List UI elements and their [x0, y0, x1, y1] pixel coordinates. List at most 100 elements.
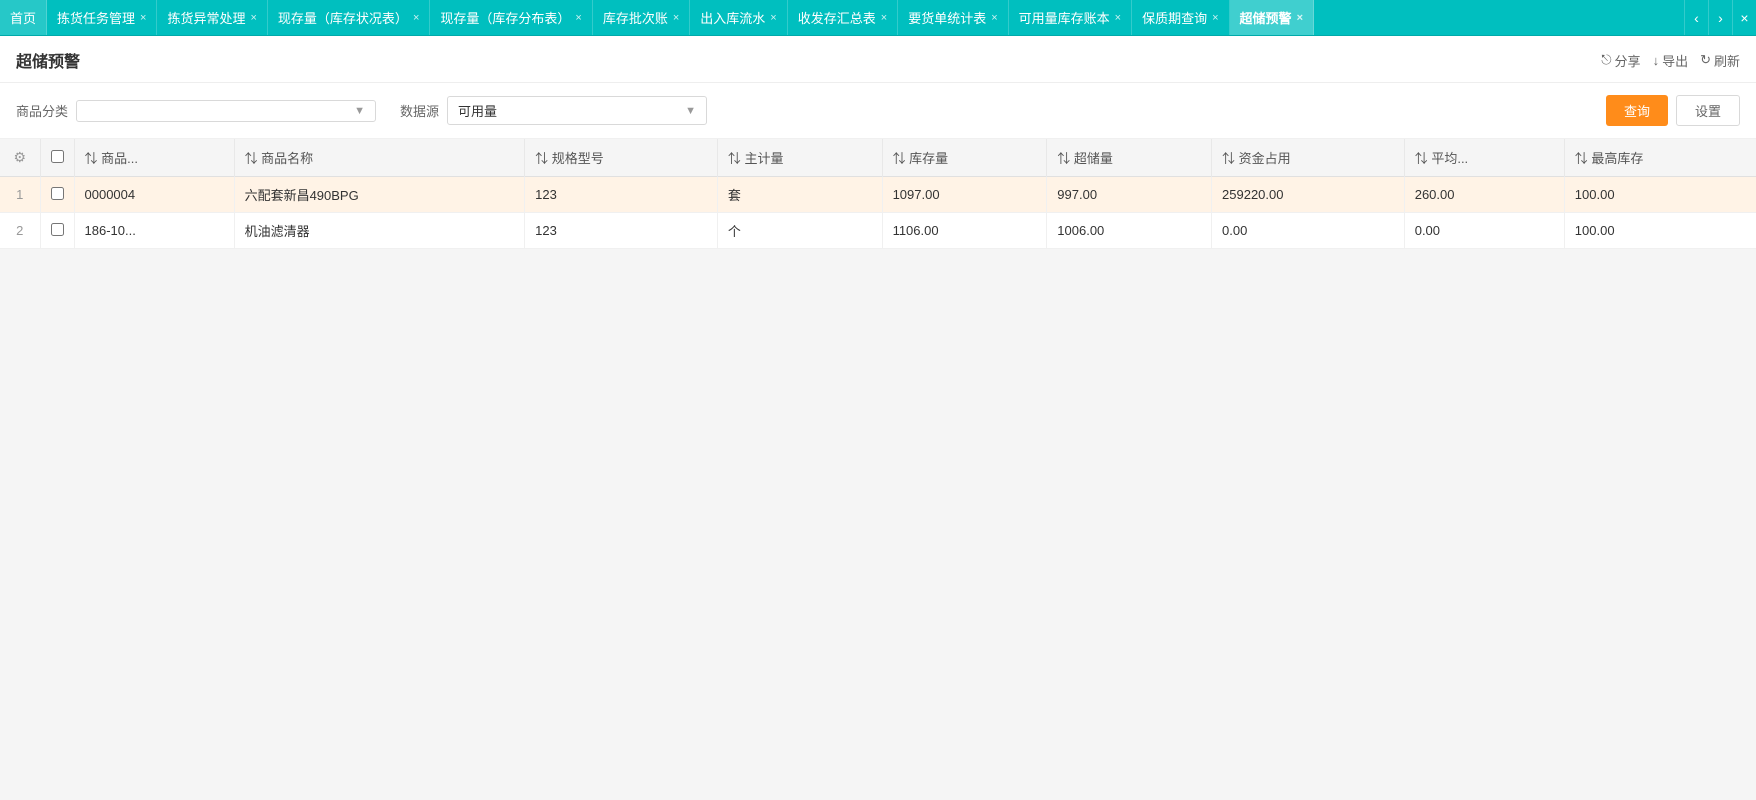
col-max-stock-label: ⇅ 最高库存 — [1575, 151, 1644, 166]
nav-item-1[interactable]: 拣货任务管理× — [47, 0, 157, 35]
row-stock: 1097.00 — [882, 177, 1047, 213]
row-checkbox-cell — [40, 213, 74, 249]
table-header-row: ⚙ ⇅ 商品... ⇅ 商品名称 ⇅ 规格型号 ⇅ 主计量 ⇅ 库存量 ⇅ 超储… — [0, 139, 1756, 177]
export-icon: ↓ — [1653, 53, 1660, 68]
row-checkbox-1[interactable] — [51, 223, 64, 236]
nav-item-close-11[interactable]: × — [1297, 12, 1303, 24]
settings-button[interactable]: 设置 — [1676, 95, 1740, 126]
nav-item-7[interactable]: 收发存汇总表× — [788, 0, 898, 35]
datasource-filter: 数据源 可用量 ▼ — [400, 96, 707, 125]
settings-icon[interactable]: ⚙ — [13, 149, 26, 165]
table-row: 2 186-10... 机油滤清器 123 个 1106.00 1006.00 … — [0, 213, 1756, 249]
chevron-down-icon: ▼ — [354, 105, 365, 117]
nav-item-close-9[interactable]: × — [1115, 12, 1121, 24]
nav-item-close-2[interactable]: × — [250, 12, 256, 24]
data-table: ⚙ ⇅ 商品... ⇅ 商品名称 ⇅ 规格型号 ⇅ 主计量 ⇅ 库存量 ⇅ 超储… — [0, 139, 1756, 249]
row-max-stock: 100.00 — [1564, 177, 1756, 213]
nav-item-2[interactable]: 拣货异常处理× — [157, 0, 267, 35]
nav-item-close-10[interactable]: × — [1212, 12, 1218, 24]
nav-item-close-7[interactable]: × — [881, 12, 887, 24]
nav-arrows: ‹ › × — [1684, 0, 1756, 36]
col-avg[interactable]: ⇅ 平均... — [1404, 139, 1564, 177]
row-unit: 套 — [717, 177, 882, 213]
nav-item-close-4[interactable]: × — [575, 12, 581, 24]
share-button[interactable]: ⎋ 分享 — [1601, 51, 1640, 70]
nav-item-close-5[interactable]: × — [673, 12, 679, 24]
nav-item-9[interactable]: 可用量库存账本× — [1009, 0, 1132, 35]
col-stock[interactable]: ⇅ 库存量 — [882, 139, 1047, 177]
page-header: 超储预警 ⎋ 分享 ↓ 导出 ↻ 刷新 — [0, 36, 1756, 83]
row-checkbox-cell — [40, 177, 74, 213]
nav-item-11[interactable]: 超储预警× — [1230, 0, 1314, 35]
row-unit: 个 — [717, 213, 882, 249]
category-select[interactable]: ▼ — [76, 100, 376, 122]
nav-next-button[interactable]: › — [1708, 0, 1732, 36]
category-filter: 商品分类 ▼ — [16, 100, 376, 122]
export-label: 导出 — [1662, 51, 1688, 70]
filter-actions: 查询 设置 — [1606, 95, 1740, 126]
row-avg: 260.00 — [1404, 177, 1564, 213]
nav-item-3[interactable]: 现存量（库存状况表）× — [268, 0, 430, 35]
nav-item-0[interactable]: 首页 — [0, 0, 47, 35]
nav-item-close-8[interactable]: × — [991, 12, 997, 24]
nav-item-5[interactable]: 库存批次账× — [593, 0, 690, 35]
row-overstock: 1006.00 — [1047, 213, 1212, 249]
header-actions: ⎋ 分享 ↓ 导出 ↻ 刷新 — [1601, 51, 1740, 70]
nav-item-close-3[interactable]: × — [413, 12, 419, 24]
col-capital[interactable]: ⇅ 资金占用 — [1212, 139, 1405, 177]
row-max-stock: 100.00 — [1564, 213, 1756, 249]
datasource-select[interactable]: 可用量 ▼ — [447, 96, 707, 125]
row-gear-cell: 2 — [0, 213, 40, 249]
share-label: 分享 — [1615, 51, 1641, 70]
nav-item-close-6[interactable]: × — [770, 12, 776, 24]
refresh-button[interactable]: ↻ 刷新 — [1700, 51, 1740, 70]
filter-row: 商品分类 ▼ 数据源 可用量 ▼ 查询 设置 — [0, 83, 1756, 139]
col-spec-label: ⇅ 规格型号 — [535, 151, 604, 166]
col-name[interactable]: ⇅ 商品名称 — [234, 139, 525, 177]
nav-bar: 首页拣货任务管理×拣货异常处理×现存量（库存状况表）×现存量（库存分布表）×库存… — [0, 0, 1756, 36]
nav-item-close-1[interactable]: × — [140, 12, 146, 24]
category-label: 商品分类 — [16, 101, 68, 120]
col-gear[interactable]: ⚙ — [0, 139, 40, 177]
query-button[interactable]: 查询 — [1606, 95, 1668, 126]
chevron-down-icon: ▼ — [685, 105, 696, 117]
nav-item-10[interactable]: 保质期查询× — [1132, 0, 1229, 35]
col-unit-label: ⇅ 主计量 — [728, 151, 784, 166]
export-button[interactable]: ↓ 导出 — [1653, 51, 1689, 70]
row-checkbox-0[interactable] — [51, 187, 64, 200]
datasource-value: 可用量 — [458, 101, 497, 120]
nav-item-8[interactable]: 要货单统计表× — [898, 0, 1008, 35]
col-checkbox — [40, 139, 74, 177]
nav-item-4[interactable]: 现存量（库存分布表）× — [430, 0, 592, 35]
row-spec: 123 — [525, 177, 718, 213]
row-stock: 1106.00 — [882, 213, 1047, 249]
nav-prev-button[interactable]: ‹ — [1684, 0, 1708, 36]
col-code-label: ⇅ 商品... — [85, 151, 138, 166]
row-name: 六配套新昌490BPG — [234, 177, 525, 213]
row-capital: 259220.00 — [1212, 177, 1405, 213]
col-overstock-label: ⇅ 超储量 — [1057, 151, 1113, 166]
nav-item-6[interactable]: 出入库流水× — [690, 0, 787, 35]
row-gear-cell: 1 — [0, 177, 40, 213]
row-code: 186-10... — [74, 213, 234, 249]
nav-close-button[interactable]: × — [1732, 0, 1756, 36]
row-code: 0000004 — [74, 177, 234, 213]
select-all-checkbox[interactable] — [51, 150, 64, 163]
refresh-label: 刷新 — [1714, 51, 1740, 70]
col-overstock[interactable]: ⇅ 超储量 — [1047, 139, 1212, 177]
col-code[interactable]: ⇅ 商品... — [74, 139, 234, 177]
row-avg: 0.00 — [1404, 213, 1564, 249]
col-avg-label: ⇅ 平均... — [1415, 151, 1468, 166]
row-overstock: 997.00 — [1047, 177, 1212, 213]
share-icon: ⎋ — [1601, 52, 1611, 68]
row-capital: 0.00 — [1212, 213, 1405, 249]
col-name-label: ⇅ 商品名称 — [245, 151, 314, 166]
page-content: 超储预警 ⎋ 分享 ↓ 导出 ↻ 刷新 商品分类 ▼ 数据源 — [0, 36, 1756, 249]
col-stock-label: ⇅ 库存量 — [893, 151, 949, 166]
row-spec: 123 — [525, 213, 718, 249]
col-capital-label: ⇅ 资金占用 — [1222, 151, 1291, 166]
col-unit[interactable]: ⇅ 主计量 — [717, 139, 882, 177]
col-max-stock[interactable]: ⇅ 最高库存 — [1564, 139, 1756, 177]
col-spec[interactable]: ⇅ 规格型号 — [525, 139, 718, 177]
row-name: 机油滤清器 — [234, 213, 525, 249]
